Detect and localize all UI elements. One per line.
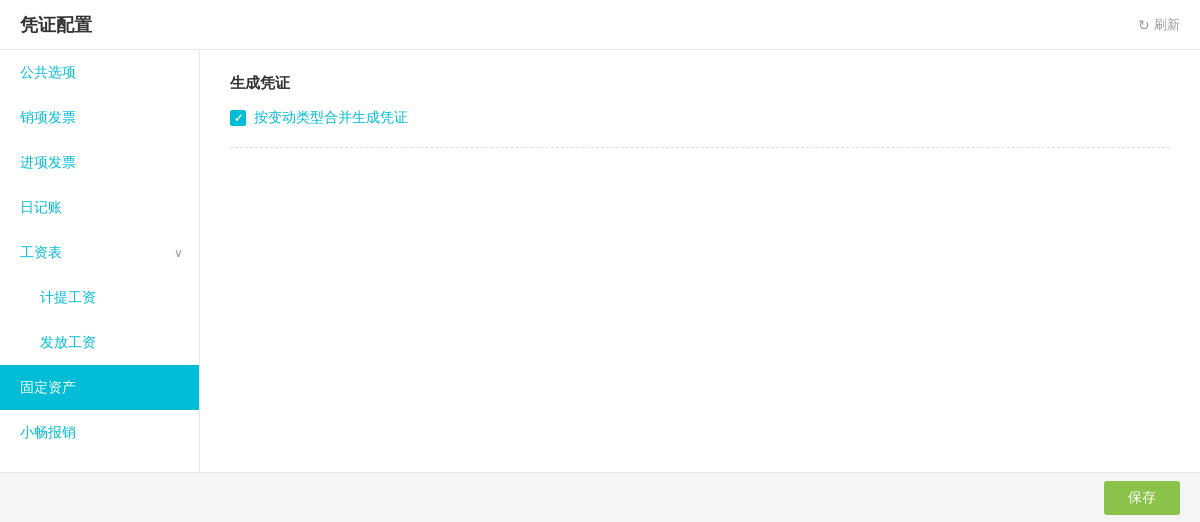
- sidebar-item-public-options[interactable]: 公共选项: [0, 50, 199, 95]
- sidebar-item-sales-invoice[interactable]: 销项发票: [0, 95, 199, 140]
- sidebar-item-label: 销项发票: [20, 109, 76, 127]
- content-area: 生成凭证 按变动类型合并生成凭证: [200, 50, 1200, 472]
- page-title: 凭证配置: [20, 13, 92, 37]
- checkbox-row: 按变动类型合并生成凭证: [230, 109, 1170, 127]
- sidebar-item-label: 小畅报销: [20, 424, 76, 442]
- main-layout: 公共选项销项发票进项发票日记账工资表 ∨ 计提工资发放工资固定资产小畅报销 生成凭证…: [0, 50, 1200, 472]
- sidebar-item-fixed-assets[interactable]: 固定资产: [0, 365, 199, 410]
- sidebar-item-label: 工资表: [20, 244, 62, 262]
- sidebar-item-payroll-issue[interactable]: 发放工资: [0, 320, 199, 365]
- chevron-down-icon: ∨: [174, 246, 183, 260]
- checkbox-label: 按变动类型合并生成凭证: [254, 109, 408, 127]
- save-button[interactable]: 保存: [1104, 481, 1180, 515]
- sidebar-item-payroll-accrual[interactable]: 计提工资: [0, 275, 199, 320]
- header: 凭证配置 ↻ 刷新: [0, 0, 1200, 50]
- sidebar-item-label: 发放工资: [40, 334, 96, 352]
- merge-checkbox[interactable]: [230, 110, 246, 126]
- sidebar-item-journal[interactable]: 日记账: [0, 185, 199, 230]
- section-divider: [230, 147, 1170, 148]
- sidebar-item-expense-report[interactable]: 小畅报销: [0, 410, 199, 455]
- sidebar-item-label: 公共选项: [20, 64, 76, 82]
- sidebar-item-label: 日记账: [20, 199, 62, 217]
- refresh-label: 刷新: [1154, 16, 1180, 34]
- sidebar-item-label: 进项发票: [20, 154, 76, 172]
- refresh-button[interactable]: ↻ 刷新: [1138, 16, 1180, 34]
- refresh-icon: ↻: [1138, 17, 1150, 33]
- sidebar: 公共选项销项发票进项发票日记账工资表 ∨ 计提工资发放工资固定资产小畅报销: [0, 50, 200, 472]
- sidebar-item-label: 计提工资: [40, 289, 96, 307]
- footer: 保存: [0, 472, 1200, 522]
- sidebar-item-payroll[interactable]: 工资表 ∨: [0, 230, 199, 275]
- sidebar-item-purchase-invoice[interactable]: 进项发票: [0, 140, 199, 185]
- sidebar-item-label: 固定资产: [20, 379, 76, 397]
- section-title: 生成凭证: [230, 74, 1170, 93]
